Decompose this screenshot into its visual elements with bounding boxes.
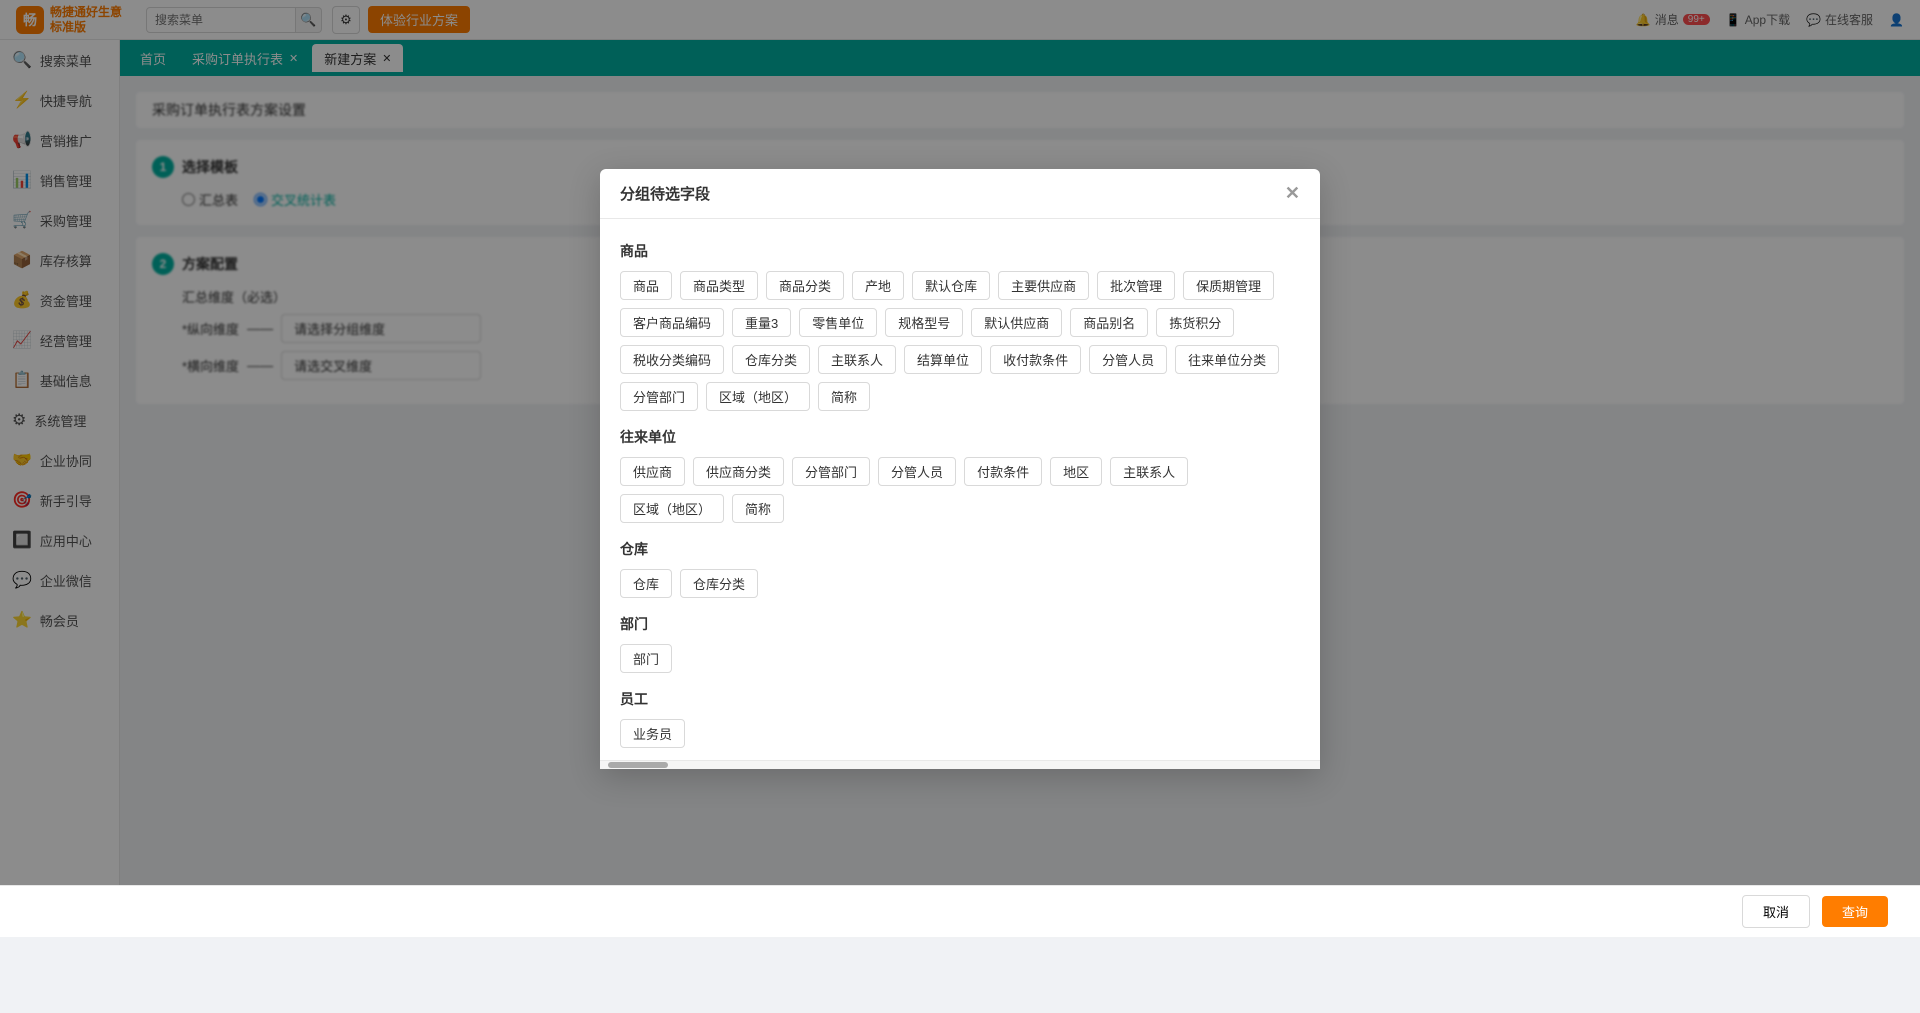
modal-title: 分组待选字段 xyxy=(620,183,710,204)
field-chip-0-6[interactable]: 批次管理 xyxy=(1097,271,1175,300)
field-chip-0-18[interactable]: 结算单位 xyxy=(904,345,982,374)
field-chip-0-14[interactable]: 拣货积分 xyxy=(1156,308,1234,337)
field-chip-1-1[interactable]: 供应商分类 xyxy=(693,457,784,486)
field-chip-0-7[interactable]: 保质期管理 xyxy=(1183,271,1274,300)
field-chip-0-10[interactable]: 零售单位 xyxy=(799,308,877,337)
modal-header: 分组待选字段 ✕ xyxy=(600,169,1320,219)
field-chip-1-4[interactable]: 付款条件 xyxy=(964,457,1042,486)
bottom-action-bar: 取消 查询 xyxy=(0,885,1920,937)
field-chip-0-16[interactable]: 仓库分类 xyxy=(732,345,810,374)
field-chip-0-13[interactable]: 商品别名 xyxy=(1070,308,1148,337)
field-chips-3: 部门 xyxy=(620,644,1300,673)
field-chips-1: 供应商供应商分类分管部门分管人员付款条件地区主联系人区域（地区） 简称 xyxy=(620,457,1300,523)
field-chip-2-1[interactable]: 仓库分类 xyxy=(680,569,758,598)
field-chip-0-0[interactable]: 商品 xyxy=(620,271,672,300)
field-chip-1-3[interactable]: 分管人员 xyxy=(878,457,956,486)
field-chip-2-0[interactable]: 仓库 xyxy=(620,569,672,598)
field-chip-0-23[interactable]: 区域（地区） xyxy=(706,382,810,411)
field-chip-0-20[interactable]: 分管人员 xyxy=(1089,345,1167,374)
category-title-0: 商品 xyxy=(620,241,1300,261)
field-chip-1-6[interactable]: 主联系人 xyxy=(1110,457,1188,486)
field-selection-modal: 分组待选字段 ✕ 商品商品商品类型商品分类产地默认仓库主要供应商批次管理保质期管… xyxy=(600,169,1320,769)
field-chip-1-5[interactable]: 地区 xyxy=(1050,457,1102,486)
field-chip-0-19[interactable]: 收付款条件 xyxy=(990,345,1081,374)
field-chips-4: 业务员 xyxy=(620,719,1300,748)
modal-body[interactable]: 商品商品商品类型商品分类产地默认仓库主要供应商批次管理保质期管理客户商品编码重量… xyxy=(600,219,1320,761)
field-chip-0-5[interactable]: 主要供应商 xyxy=(998,271,1089,300)
field-chip-1-2[interactable]: 分管部门 xyxy=(792,457,870,486)
field-chip-0-17[interactable]: 主联系人 xyxy=(818,345,896,374)
field-chip-0-4[interactable]: 默认仓库 xyxy=(912,271,990,300)
cancel-button[interactable]: 取消 xyxy=(1742,895,1810,928)
field-chip-0-2[interactable]: 商品分类 xyxy=(766,271,844,300)
modal-horizontal-scrollbar[interactable] xyxy=(600,760,1320,768)
field-chip-0-9[interactable]: 重量3 xyxy=(732,308,791,337)
field-chip-0-11[interactable]: 规格型号 xyxy=(885,308,963,337)
category-title-4: 员工 xyxy=(620,689,1300,709)
field-chip-0-24[interactable]: 简称 xyxy=(818,382,870,411)
field-chip-1-7[interactable]: 区域（地区） xyxy=(620,494,724,523)
modal-close-button[interactable]: ✕ xyxy=(1285,183,1300,204)
field-chip-0-12[interactable]: 默认供应商 xyxy=(971,308,1062,337)
field-chip-4-0[interactable]: 业务员 xyxy=(620,719,685,748)
field-chip-0-3[interactable]: 产地 xyxy=(852,271,904,300)
field-chip-0-8[interactable]: 客户商品编码 xyxy=(620,308,724,337)
confirm-button[interactable]: 查询 xyxy=(1822,896,1888,927)
category-title-3: 部门 xyxy=(620,614,1300,634)
field-chip-1-8[interactable]: 简称 xyxy=(732,494,784,523)
field-chip-0-21[interactable]: 往来单位分类 xyxy=(1175,345,1279,374)
field-chip-0-1[interactable]: 商品类型 xyxy=(680,271,758,300)
category-title-2: 仓库 xyxy=(620,539,1300,559)
field-chip-3-0[interactable]: 部门 xyxy=(620,644,672,673)
field-chips-2: 仓库仓库分类 xyxy=(620,569,1300,598)
field-chip-1-0[interactable]: 供应商 xyxy=(620,457,685,486)
field-chips-0: 商品商品类型商品分类产地默认仓库主要供应商批次管理保质期管理客户商品编码重量3 零… xyxy=(620,271,1300,411)
field-chip-0-22[interactable]: 分管部门 xyxy=(620,382,698,411)
category-title-1: 往来单位 xyxy=(620,427,1300,447)
field-chip-0-15[interactable]: 税收分类编码 xyxy=(620,345,724,374)
